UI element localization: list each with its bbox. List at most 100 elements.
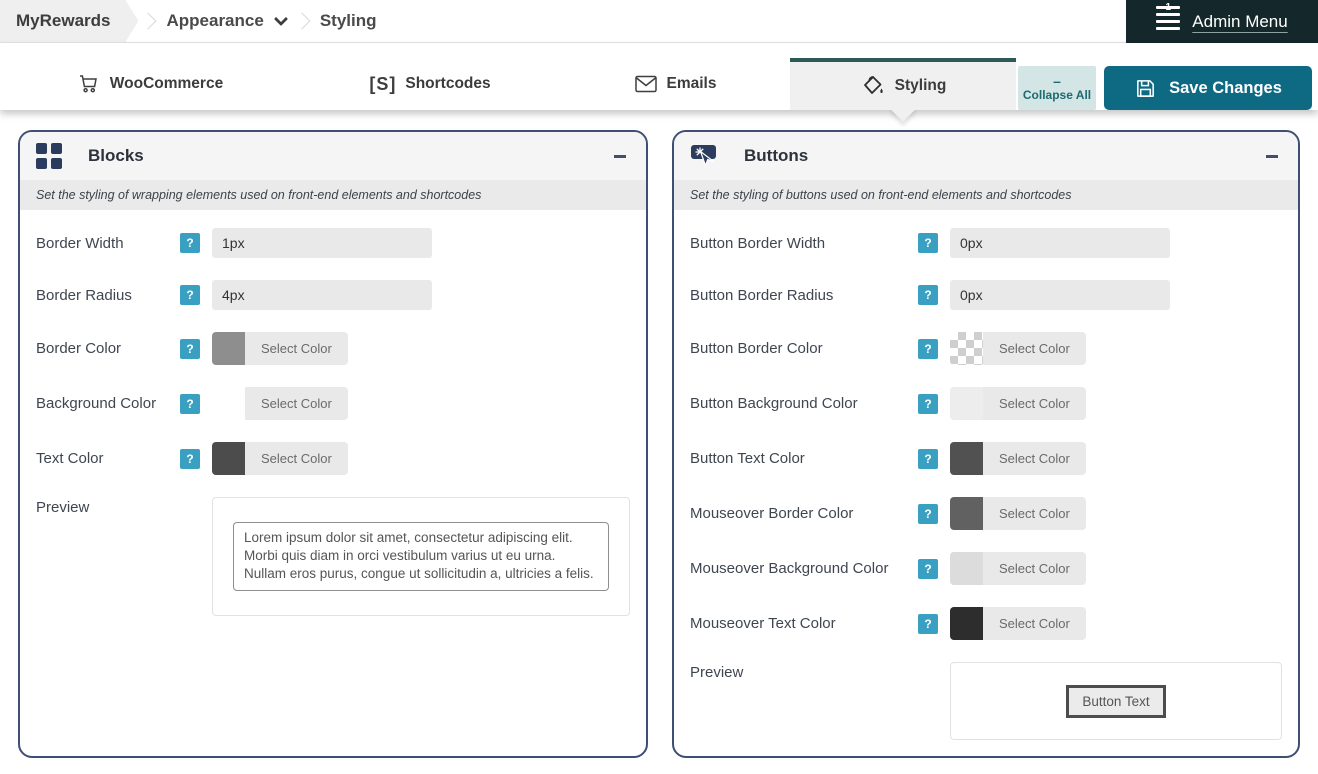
border-width-input[interactable] xyxy=(212,228,432,258)
minus-icon: – xyxy=(1053,72,1061,89)
field-row: Button Border Radius ? xyxy=(690,280,1282,310)
help-icon[interactable]: ? xyxy=(180,338,200,359)
preview-row: Preview Lorem ipsum dolor sit amet, cons… xyxy=(36,497,630,616)
button-border-color-select-button[interactable]: Select Color xyxy=(950,332,1086,365)
field-label: Button Background Color xyxy=(690,395,858,412)
help-icon[interactable]: ? xyxy=(918,613,938,634)
preview-row: Preview Button Text xyxy=(690,662,1282,740)
panel-header: Buttons xyxy=(674,132,1298,180)
select-color-label: Select Color xyxy=(999,616,1070,631)
select-color-label: Select Color xyxy=(999,396,1070,411)
breadcrumb-page: Styling xyxy=(319,11,377,30)
panel-buttons: Buttons Set the styling of buttons used … xyxy=(672,130,1300,758)
select-color-label: Select Color xyxy=(999,341,1070,356)
field-row: Button Background Color ? Select Color xyxy=(690,387,1282,420)
border-radius-input[interactable] xyxy=(212,280,432,310)
help-icon[interactable]: ? xyxy=(918,338,938,359)
button-text-color-select-button[interactable]: Select Color xyxy=(950,442,1086,475)
button-border-radius-input[interactable] xyxy=(950,280,1170,310)
collapse-panel-button[interactable] xyxy=(612,148,628,164)
help-icon[interactable]: ? xyxy=(180,393,200,414)
field-label: Button Text Color xyxy=(690,450,805,467)
panel-description: Set the styling of wrapping elements use… xyxy=(20,180,646,210)
field-label: Text Color xyxy=(36,450,104,467)
field-row: Mouseover Background Color ? Select Colo… xyxy=(690,552,1282,585)
collapse-all-label: Collapse All xyxy=(1022,88,1092,103)
admin-menu-label: Admin Menu xyxy=(1192,11,1288,31)
collapse-panel-button[interactable] xyxy=(1264,148,1280,164)
text-color-select-button[interactable]: Select Color xyxy=(212,442,348,475)
mouseover-background-color-select-button[interactable]: Select Color xyxy=(950,552,1086,585)
select-color-label: Select Color xyxy=(261,341,332,356)
tab-label: Emails xyxy=(666,75,717,92)
admin-menu-button[interactable]: 1 Admin Menu xyxy=(1126,0,1318,43)
panel-header: Blocks xyxy=(20,132,646,180)
top-bar: MyRewards Appearance Styling 1 Admin Men… xyxy=(0,0,1318,43)
field-row: Button Border Color ? Select Color xyxy=(690,332,1282,365)
field-row: Border Radius ? xyxy=(36,280,630,310)
hamburger-icon: 1 xyxy=(1156,2,1181,31)
help-icon[interactable]: ? xyxy=(918,503,938,524)
main-content: Blocks Set the styling of wrapping eleme… xyxy=(0,110,1318,758)
blocks-grid-icon xyxy=(36,143,62,169)
cart-icon xyxy=(79,75,97,93)
field-label: Button Border Radius xyxy=(690,286,834,304)
field-label: Border Radius xyxy=(36,286,132,304)
help-icon[interactable]: ? xyxy=(918,393,938,414)
select-color-label: Select Color xyxy=(261,451,332,466)
tab-shortcodes[interactable]: [S] Shortcodes xyxy=(300,58,560,110)
tab-label: Shortcodes xyxy=(405,75,491,92)
help-icon[interactable]: ? xyxy=(918,285,938,305)
block-preview-box: Lorem ipsum dolor sit amet, consectetur … xyxy=(212,497,630,616)
panel-body: Border Width ? Border Radius ? Border Co… xyxy=(20,210,646,756)
color-swatch xyxy=(950,387,983,420)
background-color-select-button[interactable]: Select Color xyxy=(212,387,348,420)
save-changes-button[interactable]: Save Changes xyxy=(1104,66,1312,110)
help-icon[interactable]: ? xyxy=(180,285,200,305)
help-icon[interactable]: ? xyxy=(918,558,938,579)
breadcrumb-section-label: Appearance xyxy=(166,11,264,30)
shortcode-icon: [S] xyxy=(369,73,397,94)
block-preview-sample: Lorem ipsum dolor sit amet, consectetur … xyxy=(233,522,609,591)
color-swatch xyxy=(212,387,245,420)
breadcrumb-section[interactable]: Appearance xyxy=(166,0,291,42)
help-icon[interactable]: ? xyxy=(918,448,938,469)
field-label: Button Border Width xyxy=(690,234,826,252)
button-background-color-select-button[interactable]: Select Color xyxy=(950,387,1086,420)
field-label: Mouseover Text Color xyxy=(690,615,836,632)
field-row: Button Border Width ? xyxy=(690,228,1282,258)
help-icon[interactable]: ? xyxy=(180,448,200,469)
mouseover-border-color-select-button[interactable]: Select Color xyxy=(950,497,1086,530)
chevron-down-icon xyxy=(273,11,288,27)
color-swatch xyxy=(950,607,983,640)
panel-blocks: Blocks Set the styling of wrapping eleme… xyxy=(18,130,648,758)
collapse-all-button[interactable]: – Collapse All xyxy=(1018,66,1096,110)
breadcrumb-brand[interactable]: MyRewards xyxy=(0,0,138,42)
preview-label: Preview xyxy=(690,664,744,681)
tab-label: Styling xyxy=(894,77,947,94)
notification-badge: 1 xyxy=(1156,2,1181,13)
color-swatch xyxy=(950,442,983,475)
select-color-label: Select Color xyxy=(261,396,332,411)
mouseover-text-color-select-button[interactable]: Select Color xyxy=(950,607,1086,640)
preview-button: Button Text xyxy=(1066,684,1166,718)
field-label: Border Color xyxy=(36,340,122,357)
tab-woocommerce[interactable]: WooCommerce xyxy=(0,58,300,110)
button-preview-box: Button Text xyxy=(950,662,1282,740)
button-border-width-input[interactable] xyxy=(950,228,1170,258)
panel-title: Blocks xyxy=(88,146,144,165)
tab-emails[interactable]: Emails xyxy=(560,58,790,110)
color-swatch xyxy=(950,497,983,530)
panel-description: Set the styling of buttons used on front… xyxy=(674,180,1298,210)
field-row: Border Width ? xyxy=(36,228,630,258)
breadcrumb-separator-icon xyxy=(293,12,311,30)
color-swatch xyxy=(212,442,245,475)
help-icon[interactable]: ? xyxy=(180,233,200,253)
field-row: Mouseover Border Color ? Select Color xyxy=(690,497,1282,530)
field-row: Mouseover Text Color ? Select Color xyxy=(690,607,1282,640)
field-row: Button Text Color ? Select Color xyxy=(690,442,1282,475)
border-color-select-button[interactable]: Select Color xyxy=(212,332,348,365)
help-icon[interactable]: ? xyxy=(918,233,938,253)
field-row: Text Color ? Select Color xyxy=(36,442,630,475)
tab-styling[interactable]: Styling xyxy=(790,58,1016,110)
